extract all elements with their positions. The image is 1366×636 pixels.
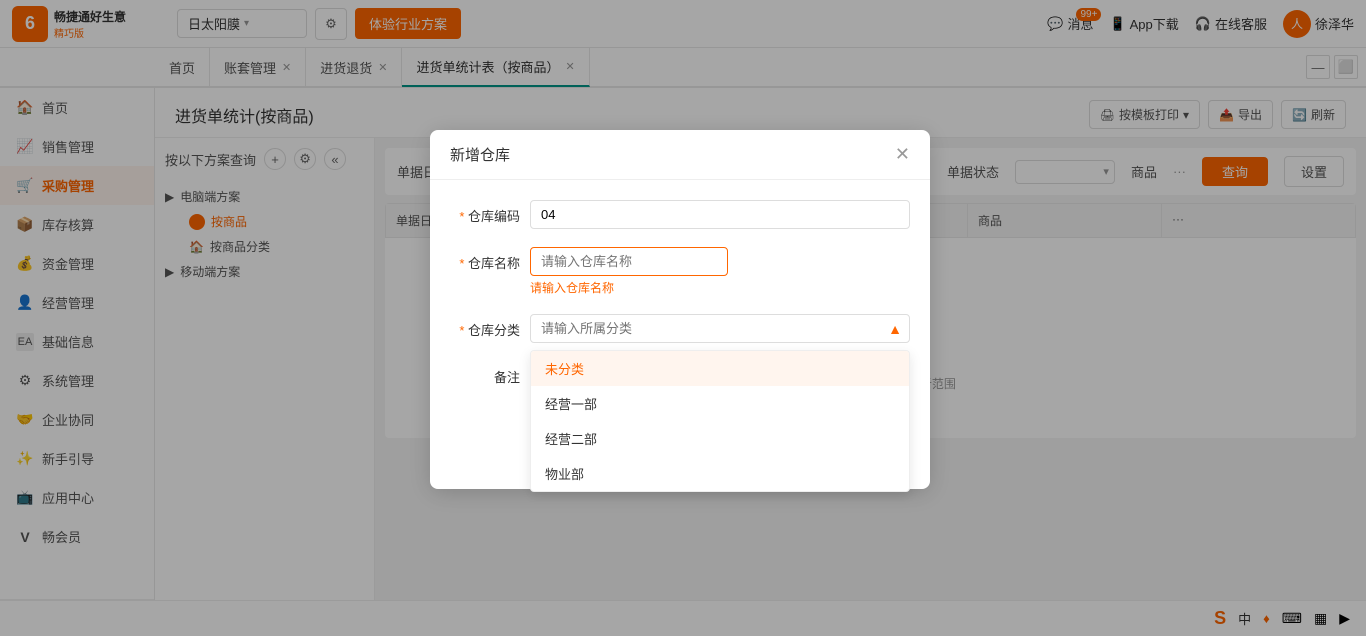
- category-input[interactable]: [530, 314, 910, 343]
- code-label: 仓库编码: [450, 200, 530, 225]
- modal-title: 新增仓库: [450, 144, 510, 165]
- category-input-wrapper: ▲ 未分类 经营一部 经营二部 物业部: [530, 314, 910, 343]
- modal-overlay: 新增仓库 ✕ 仓库编码 仓库名称 请输入仓库名称: [0, 0, 1366, 636]
- category-label: 仓库分类: [450, 314, 530, 339]
- add-warehouse-modal: 新增仓库 ✕ 仓库编码 仓库名称 请输入仓库名称: [430, 130, 930, 489]
- name-input[interactable]: [530, 247, 728, 276]
- modal-header: 新增仓库 ✕: [430, 130, 930, 180]
- category-toggle-icon[interactable]: ▲: [888, 321, 902, 337]
- dropdown-item-ops1[interactable]: 经营一部: [531, 386, 909, 421]
- code-field-row: 仓库编码: [450, 200, 910, 229]
- dropdown-item-property[interactable]: 物业部: [531, 456, 909, 491]
- modal-close-button[interactable]: ✕: [895, 144, 910, 165]
- dropdown-item-ops2[interactable]: 经营二部: [531, 421, 909, 456]
- name-error-msg: 请输入仓库名称: [530, 279, 728, 296]
- name-field-row: 仓库名称 请输入仓库名称: [450, 247, 910, 296]
- notes-label: 备注: [450, 361, 530, 386]
- category-dropdown: 未分类 经营一部 经营二部 物业部: [530, 350, 910, 492]
- name-label: 仓库名称: [450, 247, 530, 272]
- category-field-row: 仓库分类 ▲ 未分类 经营一部 经营二部 物业部: [450, 314, 910, 343]
- name-field-inner: 仓库名称 请输入仓库名称: [450, 247, 728, 296]
- name-input-wrapper: 请输入仓库名称: [530, 247, 728, 296]
- modal-body: 仓库编码 仓库名称 请输入仓库名称 仓库分类 ▲: [430, 180, 930, 428]
- code-input[interactable]: [530, 200, 910, 229]
- dropdown-item-none[interactable]: 未分类: [531, 351, 909, 386]
